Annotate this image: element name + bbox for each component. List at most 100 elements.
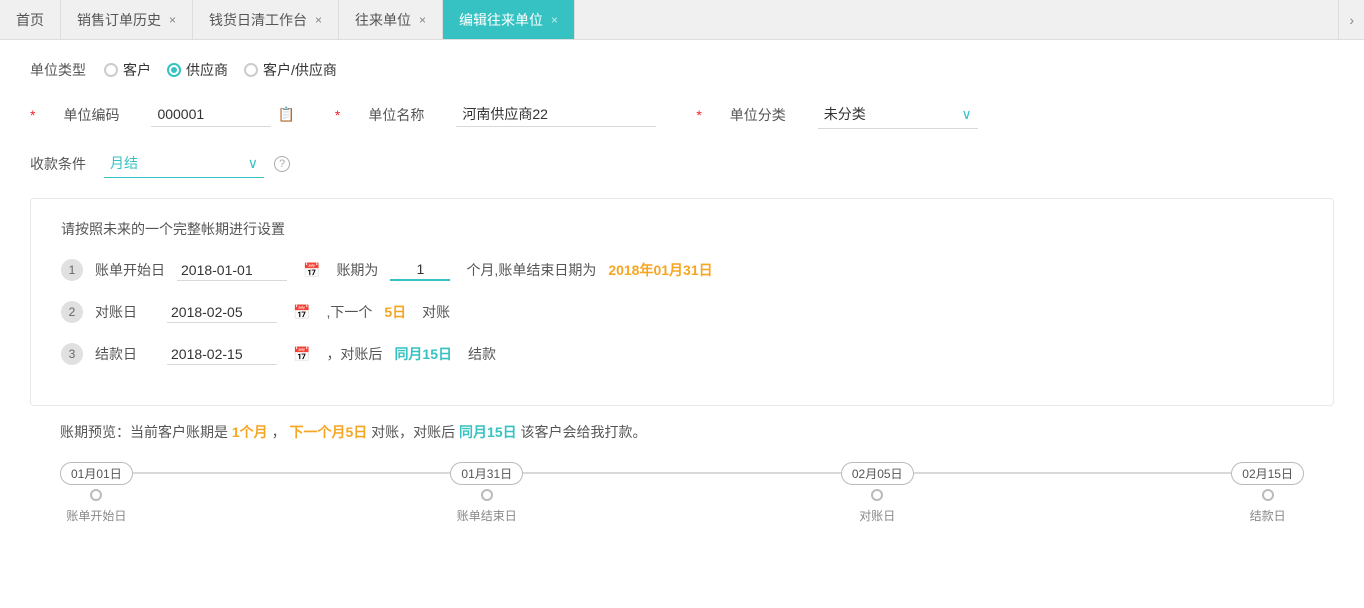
tab-cash-close[interactable]: × xyxy=(315,13,322,27)
radio-both[interactable]: 客户/供应商 xyxy=(244,60,337,80)
unit-code-input-wrapper: 📋 xyxy=(151,102,294,127)
unit-code-label: 单位编码 xyxy=(63,105,119,125)
tab-home[interactable]: 首页 xyxy=(0,0,61,39)
timeline-badge-2: 02月05日 xyxy=(841,462,914,485)
step-2-suffix: 对账 xyxy=(422,302,450,322)
tab-bar: 首页 销售订单历史 × 钱货日清工作台 × 往来单位 × 编辑往来单位 × › xyxy=(0,0,1364,40)
tab-partner[interactable]: 往来单位 × xyxy=(339,0,443,39)
payment-arrow: ∨ xyxy=(248,155,258,172)
unit-code-input[interactable] xyxy=(151,102,271,127)
timeline-label-1: 账单结束日 xyxy=(457,507,517,524)
preview-sep2: 对账，对账后 xyxy=(371,424,455,440)
radio-both-label: 客户/供应商 xyxy=(263,60,337,80)
timeline-label-0: 账单开始日 xyxy=(66,507,126,524)
step-2-date-input[interactable] xyxy=(167,302,277,323)
payment-label: 收款条件 xyxy=(30,154,86,174)
unit-cat-dropdown[interactable]: 未分类 ∨ xyxy=(818,100,978,129)
tab-edit-label: 编辑往来单位 xyxy=(459,10,543,30)
timeline-section: 01月01日 账单开始日 01月31日 账单结束日 02月05日 对账日 02月… xyxy=(30,462,1334,552)
step-3-suffix: 结款 xyxy=(468,344,496,364)
radio-supplier-circle xyxy=(167,63,181,77)
card-hint: 请按照未来的一个完整帐期进行设置 xyxy=(61,219,1303,239)
tab-cash-label: 钱货日清工作台 xyxy=(209,10,307,30)
unit-cat-value: 未分类 xyxy=(824,104,954,124)
timeline-badge-1: 01月31日 xyxy=(450,462,523,485)
step-3-prefix: ，对账后 xyxy=(326,344,382,364)
step-1-label: 账单开始日 xyxy=(95,260,165,280)
payment-dropdown[interactable]: 月结 ∨ xyxy=(104,149,264,178)
unit-category-field: * 单位分类 未分类 ∨ xyxy=(696,100,977,129)
step-2-row: 2 对账日 📅 ,下一个 5日 对账 xyxy=(61,301,1303,323)
radio-supplier[interactable]: 供应商 xyxy=(167,60,228,80)
timeline-badge-0: 01月01日 xyxy=(60,462,133,485)
tab-home-label: 首页 xyxy=(16,10,44,30)
tab-partner-close[interactable]: × xyxy=(419,13,426,27)
unit-cat-arrow: ∨ xyxy=(962,106,972,123)
step-2-prefix: ,下一个 xyxy=(326,302,372,322)
step-1-num: 1 xyxy=(61,259,83,281)
radio-both-circle xyxy=(244,63,258,77)
timeline-label-2: 对账日 xyxy=(859,507,895,524)
timeline-dot-3 xyxy=(1262,489,1274,501)
tab-sales-close[interactable]: × xyxy=(169,13,176,27)
tab-scroll-arrow[interactable]: › xyxy=(1338,0,1364,39)
step-3-label: 结款日 xyxy=(95,344,155,364)
timeline-label-3: 结款日 xyxy=(1250,507,1286,524)
step-2-num: 2 xyxy=(61,301,83,323)
tab-cash-work[interactable]: 钱货日清工作台 × xyxy=(193,0,339,39)
payment-row: 收款条件 月结 ∨ ? xyxy=(30,149,1334,178)
radio-customer-label: 客户 xyxy=(123,60,151,80)
unit-name-input[interactable] xyxy=(456,102,656,127)
step-2-label: 对账日 xyxy=(95,302,155,322)
timeline-wrapper: 01月01日 账单开始日 01月31日 账单结束日 02月05日 对账日 02月… xyxy=(60,462,1304,522)
unit-name-star: * xyxy=(335,107,340,123)
step-1-cal-icon[interactable]: 📅 xyxy=(303,262,320,279)
step-3-row: 3 结款日 📅 ，对账后 同月15日 结款 xyxy=(61,343,1303,365)
preview-part3: 同月15日 xyxy=(459,424,517,440)
tab-sales-label: 销售订单历史 xyxy=(77,10,161,30)
unit-type-label: 单位类型 xyxy=(30,60,86,80)
timeline-point-0: 01月01日 账单开始日 xyxy=(60,462,133,524)
step-3-cal-icon[interactable]: 📅 xyxy=(293,346,310,363)
step-3-num: 3 xyxy=(61,343,83,365)
timeline-dot-1 xyxy=(481,489,493,501)
tab-partner-label: 往来单位 xyxy=(355,10,411,30)
preview-part2: 下一个月5日 xyxy=(289,424,367,440)
radio-customer[interactable]: 客户 xyxy=(104,60,151,80)
timeline-points: 01月01日 账单开始日 01月31日 账单结束日 02月05日 对账日 02月… xyxy=(60,462,1304,524)
unit-code-field: * 单位编码 📋 xyxy=(30,102,295,127)
step-2-cal-icon[interactable]: 📅 xyxy=(293,304,310,321)
unit-type-row: 单位类型 客户 供应商 客户/供应商 xyxy=(30,60,1334,80)
preview-prefix: 账期预览：当前客户账期是 xyxy=(60,424,228,440)
step-1-date-input[interactable] xyxy=(177,260,287,281)
step-1-period-input[interactable] xyxy=(390,259,450,281)
unit-code-icon[interactable]: 📋 xyxy=(277,106,294,123)
preview-text: 账期预览：当前客户账期是 1个月 ， 下一个月5日 对账，对账后 同月15日 该… xyxy=(30,422,1334,442)
unit-fields-row: * 单位编码 📋 * 单位名称 * 单位分类 未分类 ∨ xyxy=(30,100,1334,129)
step-1-unit: 个月,账单结束日期为 xyxy=(466,260,596,280)
unit-name-field: * 单位名称 xyxy=(335,102,656,127)
preview-sep1: ， xyxy=(272,424,286,440)
timeline-point-1: 01月31日 账单结束日 xyxy=(450,462,523,524)
timeline-dot-0 xyxy=(90,489,102,501)
payment-value: 月结 xyxy=(110,153,240,173)
step-1-row: 1 账单开始日 📅 账期为 个月,账单结束日期为 2018年01月31日 xyxy=(61,259,1303,281)
tab-sales-history[interactable]: 销售订单历史 × xyxy=(61,0,193,39)
unit-cat-label: 单位分类 xyxy=(730,105,786,125)
radio-supplier-label: 供应商 xyxy=(186,60,228,80)
step-3-date-input[interactable] xyxy=(167,344,277,365)
timeline-badge-3: 02月15日 xyxy=(1231,462,1304,485)
tab-edit-partner[interactable]: 编辑往来单位 × xyxy=(443,0,575,39)
timeline-point-3: 02月15日 结款日 xyxy=(1231,462,1304,524)
unit-code-star: * xyxy=(30,107,35,123)
radio-customer-circle xyxy=(104,63,118,77)
unit-name-label: 单位名称 xyxy=(368,105,424,125)
payment-help-icon[interactable]: ? xyxy=(274,156,290,172)
step-1-end-date: 2018年01月31日 xyxy=(608,260,712,280)
unit-cat-star: * xyxy=(696,107,701,123)
preview-part1: 1个月 xyxy=(232,424,268,440)
step-2-highlight: 5日 xyxy=(384,302,406,322)
unit-type-radio-group: 客户 供应商 客户/供应商 xyxy=(104,60,337,80)
timeline-point-2: 02月05日 对账日 xyxy=(841,462,914,524)
tab-edit-close[interactable]: × xyxy=(551,13,558,27)
